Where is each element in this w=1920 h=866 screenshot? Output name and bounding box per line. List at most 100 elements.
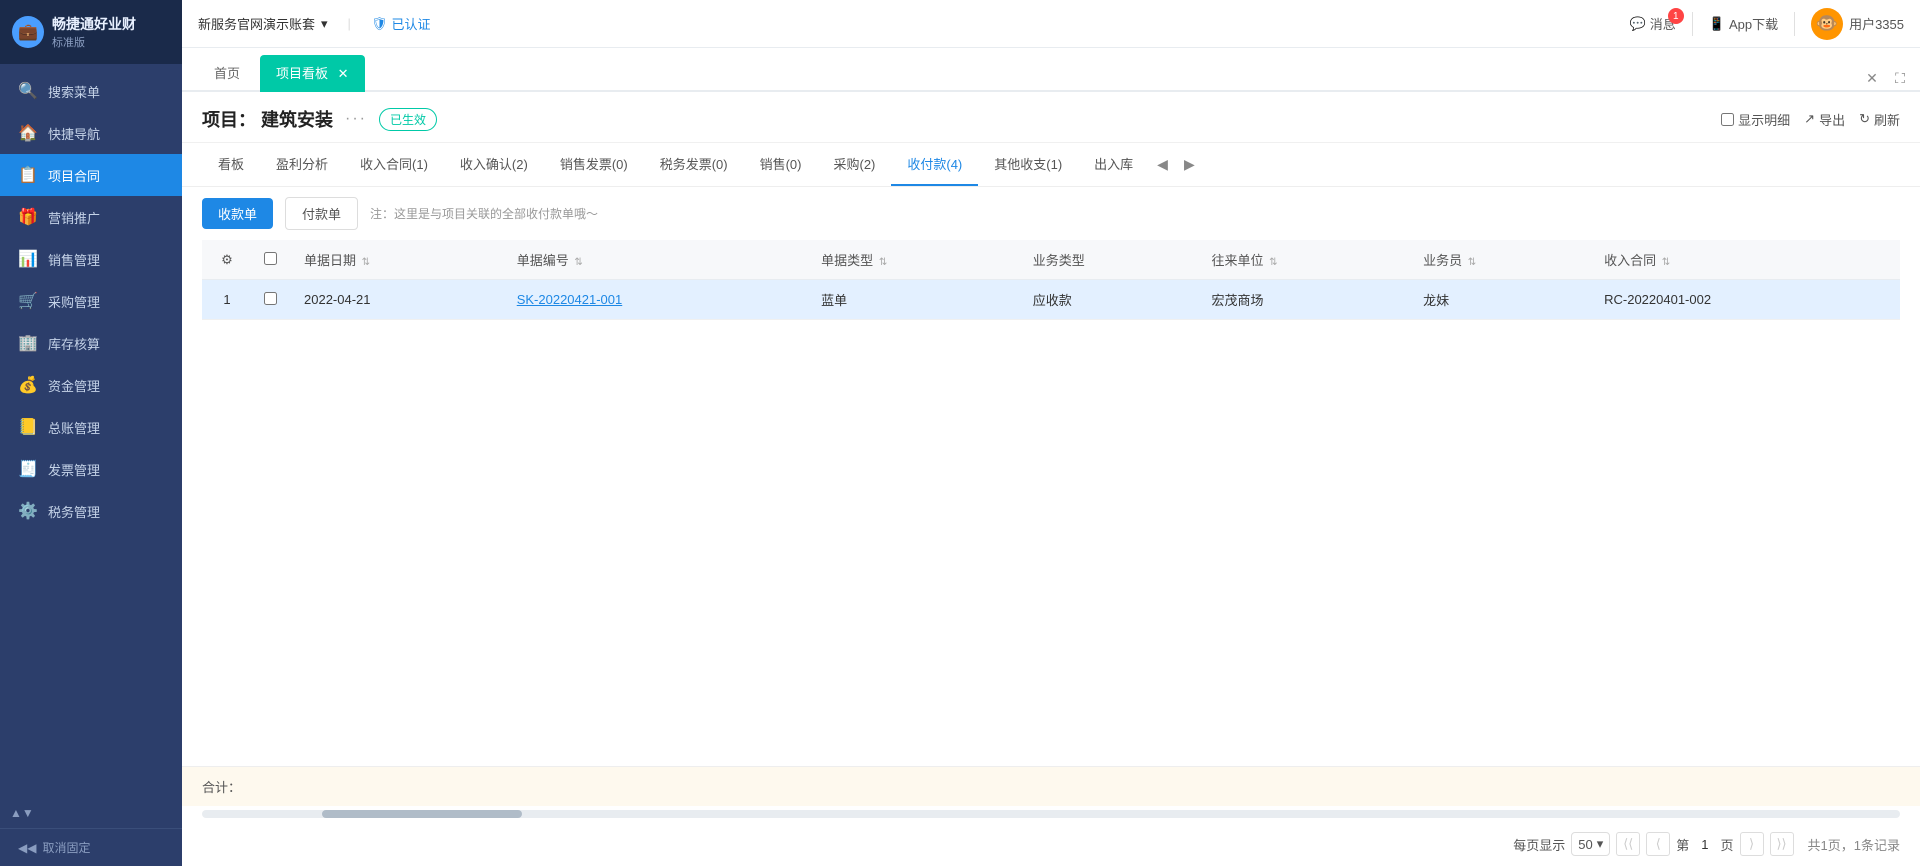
app-download-label: App下载	[1729, 14, 1778, 33]
user-menu[interactable]: 🐵 用户3355	[1811, 8, 1904, 40]
td-number[interactable]: SK-20220421-001	[505, 280, 809, 320]
close-window-button[interactable]: ✕	[1860, 66, 1884, 90]
messages-button[interactable]: 💬 消息 1	[1630, 14, 1676, 33]
sidebar-item-6[interactable]: 🏢 库存核算	[0, 322, 182, 364]
subtab-3[interactable]: 收入确认(2)	[444, 143, 544, 186]
td-type: 蓝单	[809, 280, 1021, 320]
th-settings[interactable]: ⚙	[202, 240, 252, 280]
avatar: 🐵	[1811, 8, 1843, 40]
project-label: 项目： 建筑安装	[202, 106, 333, 132]
th-number[interactable]: 单据编号 ⇅	[505, 240, 809, 280]
subtab-4[interactable]: 销售发票(0)	[544, 143, 644, 186]
record-number-link[interactable]: SK-20220421-001	[517, 292, 623, 307]
show-detail-checkbox[interactable]: 显示明细	[1721, 110, 1790, 129]
subtabs-next-arrow[interactable]: ▶	[1176, 145, 1203, 184]
subtab-10[interactable]: 出入库	[1078, 143, 1149, 186]
user-label: 用户3355	[1849, 14, 1904, 33]
topbar: 新服务官网演示账套 ▾ | 🛡 已认证 💬 消息 1 📱 App下载 🐵 用户3…	[182, 0, 1920, 48]
per-page-select[interactable]: 50 ▾	[1571, 832, 1610, 856]
last-page-button[interactable]: ⟩⟩	[1770, 832, 1794, 856]
tab-home[interactable]: 首页	[198, 55, 256, 92]
sidebar-item-7[interactable]: 💰 资金管理	[0, 364, 182, 406]
subtabs-prev-arrow[interactable]: ◀	[1149, 145, 1176, 184]
tabbar: 首页 项目看板 ✕ ✕ ⛶	[182, 48, 1920, 92]
sidebar-item-9[interactable]: 🧾 发票管理	[0, 448, 182, 490]
topbar-divider: |	[348, 16, 351, 31]
sidebar-nav: 🔍 搜索菜单🏠 快捷导航📋 项目合同🎁 营销推广📊 销售管理🛒 采购管理🏢 库存…	[0, 64, 182, 798]
subtab-7[interactable]: 采购(2)	[817, 143, 891, 186]
td-checkbox[interactable]	[252, 280, 292, 320]
view-payments-button[interactable]: 付款单	[285, 197, 358, 230]
nav-label-7: 资金管理	[48, 376, 100, 395]
nav-icon-4: 📊	[18, 249, 38, 269]
window-controls: ✕ ⛶	[1860, 66, 1920, 90]
nav-label-2: 项目合同	[48, 166, 100, 185]
first-page-button[interactable]: ⟨⟨	[1616, 832, 1640, 856]
nav-icon-0: 🔍	[18, 81, 38, 101]
nav-label-9: 发票管理	[48, 460, 100, 479]
th-checkbox[interactable]	[252, 240, 292, 280]
th-partner[interactable]: 往来单位 ⇅	[1199, 240, 1411, 280]
prev-page-button[interactable]: ⟨	[1646, 832, 1670, 856]
mobile-icon: 📱	[1709, 16, 1725, 32]
sidebar-header: 💼 畅捷通好业财 标准版	[0, 0, 182, 64]
sidebar-item-10[interactable]: ⚙️ 税务管理	[0, 490, 182, 532]
unpin-button[interactable]: ◀◀ 取消固定	[0, 828, 182, 866]
sidebar-scroll[interactable]: ▲▼	[0, 798, 182, 828]
message-icon: 💬	[1630, 16, 1646, 32]
subtab-6[interactable]: 销售(0)	[744, 143, 818, 186]
tab-project-board[interactable]: 项目看板 ✕	[260, 55, 365, 92]
refresh-button[interactable]: ↻ 刷新	[1859, 110, 1900, 129]
records-table: ⚙ 单据日期 ⇅ 单据编号 ⇅ 单据类型 ⇅	[202, 240, 1900, 320]
sort-number-icon: ⇅	[574, 257, 582, 268]
main-area: 新服务官网演示账套 ▾ | 🛡 已认证 💬 消息 1 📱 App下载 🐵 用户3…	[182, 0, 1920, 866]
subtab-5[interactable]: 税务发票(0)	[644, 143, 744, 186]
app-logo: 💼	[12, 16, 44, 48]
sidebar-item-4[interactable]: 📊 销售管理	[0, 238, 182, 280]
sort-type-icon: ⇅	[879, 257, 887, 268]
th-type[interactable]: 单据类型 ⇅	[809, 240, 1021, 280]
project-name: 建筑安装	[261, 110, 333, 130]
app-download-button[interactable]: 📱 App下载	[1709, 14, 1778, 33]
export-button[interactable]: ↗ 导出	[1804, 110, 1845, 129]
nav-label-1: 快捷导航	[48, 124, 100, 143]
scrollbar-track[interactable]	[202, 810, 1900, 818]
project-status-badge: 已生效	[379, 108, 437, 131]
table-row[interactable]: 1 2022-04-21 SK-20220421-001 蓝单 应收款 宏茂商场…	[202, 280, 1900, 320]
subtabs: 看板盈利分析收入合同(1)收入确认(2)销售发票(0)税务发票(0)销售(0)采…	[182, 143, 1920, 187]
subtab-2[interactable]: 收入合同(1)	[344, 143, 444, 186]
th-date[interactable]: 单据日期 ⇅	[292, 240, 505, 280]
nav-icon-8: 📒	[18, 417, 38, 437]
view-receipts-button[interactable]: 收款单	[202, 198, 273, 229]
scrollbar-thumb[interactable]	[322, 810, 522, 818]
subtab-1[interactable]: 盈利分析	[260, 143, 344, 186]
pagination: 每页显示 50 ▾ ⟨⟨ ⟨ 第 1 页 ⟩ ⟩⟩ 共1页，1条记录	[182, 822, 1920, 866]
select-all-checkbox[interactable]	[264, 252, 277, 265]
subtab-9[interactable]: 其他收支(1)	[978, 143, 1078, 186]
table-body: 1 2022-04-21 SK-20220421-001 蓝单 应收款 宏茂商场…	[202, 280, 1900, 320]
tab-close-icon[interactable]: ✕	[338, 66, 349, 81]
sidebar-item-8[interactable]: 📒 总账管理	[0, 406, 182, 448]
show-detail-input[interactable]	[1721, 113, 1734, 126]
th-salesperson[interactable]: 业务员 ⇅	[1411, 240, 1592, 280]
table-scrollbar[interactable]	[182, 806, 1920, 822]
project-dropdown-icon[interactable]: ▾	[321, 16, 328, 32]
sidebar-item-3[interactable]: 🎁 营销推广	[0, 196, 182, 238]
sidebar-item-2[interactable]: 📋 项目合同	[0, 154, 182, 196]
subtab-8[interactable]: 收付款(4)	[891, 143, 978, 186]
sidebar-item-1[interactable]: 🏠 快捷导航	[0, 112, 182, 154]
project-more-icon[interactable]: ···	[345, 110, 367, 128]
sidebar-item-0[interactable]: 🔍 搜索菜单	[0, 70, 182, 112]
project-selector[interactable]: 新服务官网演示账套 ▾	[198, 14, 328, 33]
sidebar-item-5[interactable]: 🛒 采购管理	[0, 280, 182, 322]
td-contract: RC-20220401-002	[1592, 280, 1900, 320]
nav-icon-7: 💰	[18, 375, 38, 395]
maximize-window-button[interactable]: ⛶	[1888, 66, 1912, 90]
row-checkbox[interactable]	[264, 292, 277, 305]
th-contract[interactable]: 收入合同 ⇅	[1592, 240, 1900, 280]
nav-icon-6: 🏢	[18, 333, 38, 353]
topbar-right: 💬 消息 1 📱 App下载 🐵 用户3355	[1630, 8, 1904, 40]
next-page-button[interactable]: ⟩	[1740, 832, 1764, 856]
total-pages-info: 共1页，1条记录	[1808, 835, 1900, 854]
subtab-0[interactable]: 看板	[202, 143, 260, 186]
